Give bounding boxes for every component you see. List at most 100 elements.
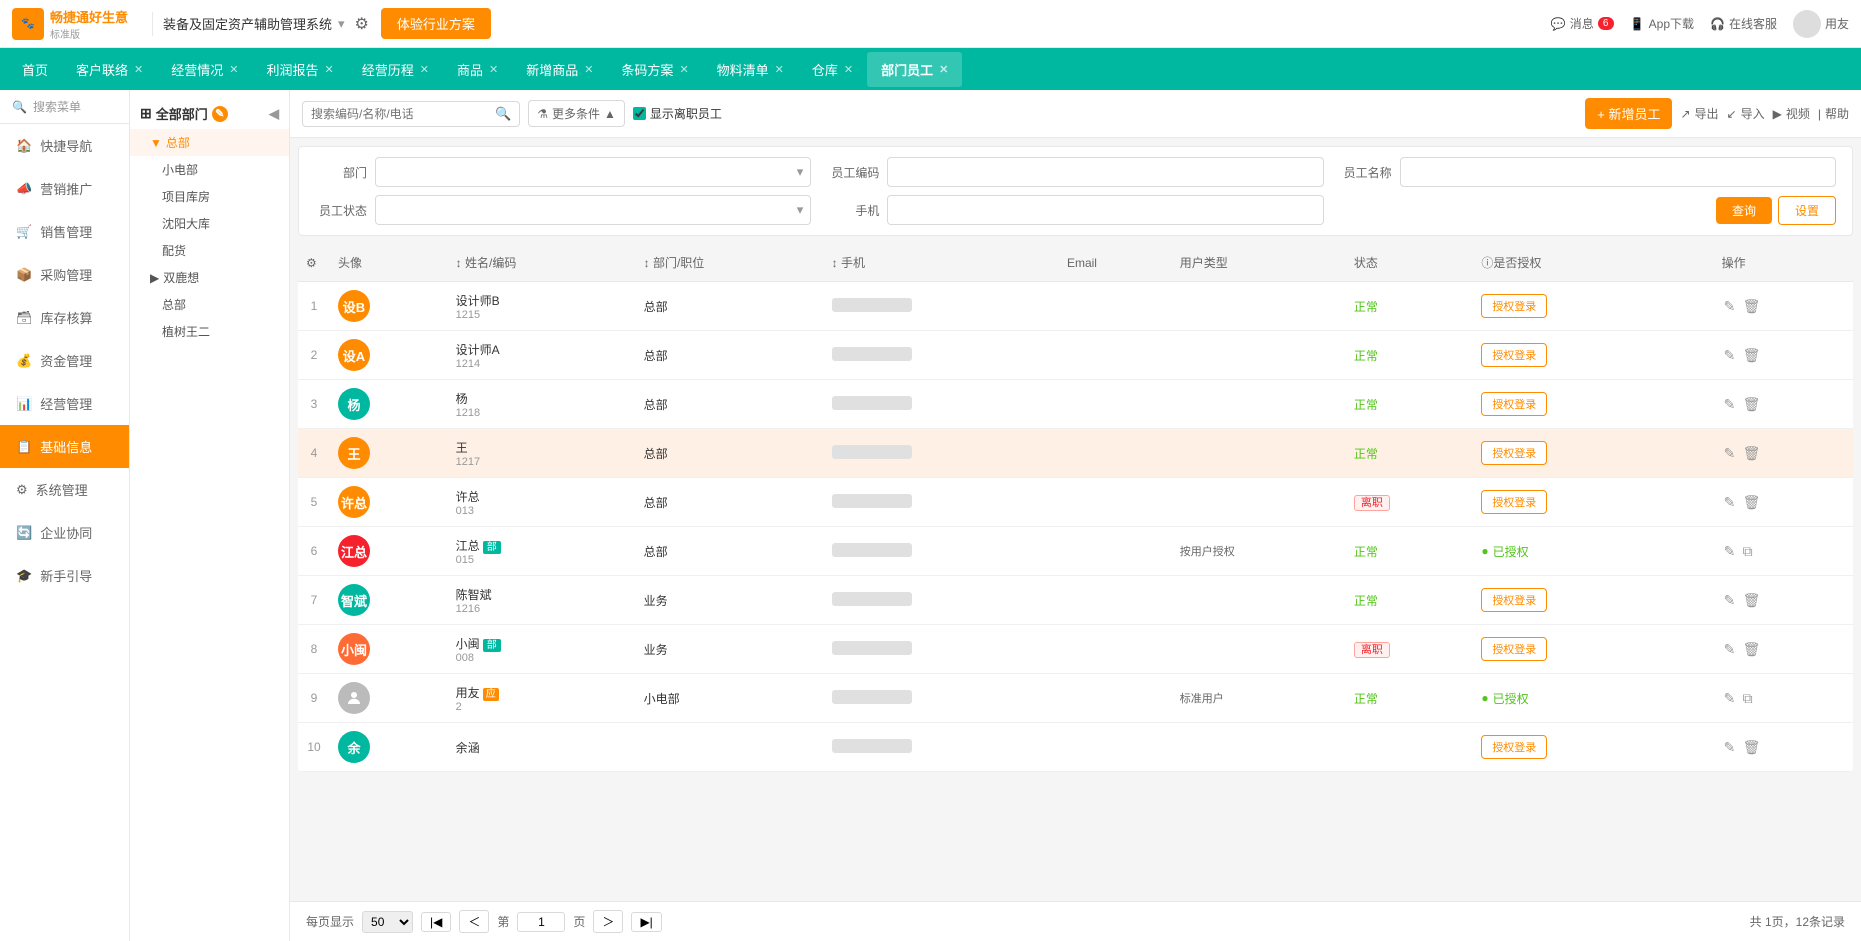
dept-item-shuanglu[interactable]: ▶ 双鹿想 — [130, 264, 289, 291]
copy-icon[interactable]: ⧉ — [1743, 690, 1753, 706]
nav-tab-profit[interactable]: 利润报告 ✕ — [252, 52, 347, 87]
show-resigned-checkbox[interactable] — [633, 107, 646, 120]
close-icon[interactable]: ✕ — [775, 63, 784, 76]
settings-icon[interactable]: ⚙ — [306, 256, 317, 270]
sidebar-item-system[interactable]: ⚙ 系统管理 — [0, 468, 129, 511]
search-btn-icon[interactable]: 🔍 — [495, 106, 511, 122]
auth-login-btn[interactable]: 授权登录 — [1481, 343, 1547, 367]
close-icon[interactable]: ✕ — [584, 63, 593, 76]
auth-login-btn[interactable]: 授权登录 — [1481, 392, 1547, 416]
auth-login-btn[interactable]: 授权登录 — [1481, 441, 1547, 465]
delete-icon[interactable]: 🗑 — [1743, 347, 1761, 363]
edit-icon[interactable]: ✎ — [1724, 494, 1736, 510]
delete-icon[interactable]: 🗑 — [1743, 739, 1761, 755]
page-number-input[interactable] — [526, 915, 556, 929]
sidebar-item-inventory[interactable]: 🗃 库存核算 — [0, 296, 129, 339]
edit-icon[interactable]: ✎ — [1724, 739, 1736, 755]
col-name[interactable]: ↕ 姓名/编码 — [448, 244, 636, 282]
filter-phone-input[interactable] — [887, 195, 1323, 225]
dept-item-project[interactable]: 项目库房 — [130, 183, 289, 210]
auth-login-btn[interactable]: 授权登录 — [1481, 490, 1547, 514]
delete-icon[interactable]: 🗑 — [1743, 396, 1761, 412]
search-box[interactable]: 🔍 — [302, 101, 520, 127]
edit-icon[interactable]: ✎ — [1724, 396, 1736, 412]
nav-tab-bom[interactable]: 物料清单 ✕ — [703, 52, 798, 87]
auth-login-btn[interactable]: 授权登录 — [1481, 294, 1547, 318]
auth-login-btn[interactable]: 授权登录 — [1481, 735, 1547, 759]
set-button[interactable]: 设置 — [1778, 196, 1836, 225]
delete-icon[interactable]: 🗑 — [1743, 494, 1761, 510]
delete-icon[interactable]: 🗑 — [1743, 298, 1761, 314]
first-page-btn[interactable]: |◀ — [421, 912, 451, 932]
nav-tab-warehouse[interactable]: 仓库 ✕ — [798, 52, 867, 87]
dept-item-small-elec[interactable]: 小电部 — [130, 156, 289, 183]
nav-tab-barcode[interactable]: 条码方案 ✕ — [607, 52, 702, 87]
online-support-btn[interactable]: 🎧 在线客服 — [1710, 15, 1777, 32]
col-settings[interactable]: ⚙ — [298, 244, 330, 282]
trial-button[interactable]: 体验行业方案 — [381, 8, 491, 39]
sidebar-item-finance[interactable]: 💰 资金管理 — [0, 339, 129, 382]
copy-icon[interactable]: ⧉ — [1743, 543, 1753, 559]
sidebar-item-purchase[interactable]: 📦 采购管理 — [0, 253, 129, 296]
dept-item-shenyang[interactable]: 沈阳大库 — [130, 210, 289, 237]
sidebar-item-collab[interactable]: 🔄 企业协同 — [0, 511, 129, 554]
user-area[interactable]: 用友 — [1793, 10, 1849, 38]
delete-icon[interactable]: 🗑 — [1743, 641, 1761, 657]
sidebar-item-sales[interactable]: 🛒 销售管理 — [0, 210, 129, 253]
edit-icon[interactable]: ✎ — [1724, 592, 1736, 608]
prev-page-btn[interactable]: ＜ — [459, 910, 489, 933]
delete-icon[interactable]: 🗑 — [1743, 445, 1761, 461]
sidebar-item-business[interactable]: 📊 经营管理 — [0, 382, 129, 425]
dept-item-head[interactable]: ▼ 总部 — [130, 129, 289, 156]
sidebar-item-quick-nav[interactable]: 🏠 快捷导航 — [0, 124, 129, 167]
filter-dept-select[interactable] — [375, 157, 811, 187]
filter-empcode-input[interactable] — [887, 157, 1323, 187]
edit-icon[interactable]: ✎ — [1724, 641, 1736, 657]
nav-tab-new-goods[interactable]: 新增商品 ✕ — [512, 52, 607, 87]
help-btn[interactable]: | 帮助 — [1818, 105, 1849, 122]
collapse-btn[interactable]: ◀ — [269, 106, 279, 122]
close-icon[interactable]: ✕ — [229, 63, 238, 76]
close-icon[interactable]: ✕ — [420, 63, 429, 76]
filter-more-btn[interactable]: ⚗ 更多条件 ▲ — [528, 100, 625, 127]
page-size-select[interactable]: 50 100 200 — [362, 911, 413, 933]
nav-tab-home[interactable]: 首页 — [8, 52, 62, 87]
next-page-btn[interactable]: ＞ — [593, 910, 623, 933]
app-download-btn[interactable]: 📱 App下载 — [1630, 15, 1694, 32]
query-button[interactable]: 查询 — [1716, 197, 1772, 224]
sidebar-item-guide[interactable]: 🎓 新手引导 — [0, 554, 129, 597]
edit-icon[interactable]: ✎ — [1724, 543, 1736, 559]
left-nav-search[interactable]: 🔍 搜索菜单 — [0, 90, 129, 124]
nav-tab-operation[interactable]: 经营情况 ✕ — [157, 52, 252, 87]
edit-icon[interactable]: ✎ — [1724, 445, 1736, 461]
nav-tab-history[interactable]: 经营历程 ✕ — [348, 52, 443, 87]
nav-tab-dept-staff[interactable]: 部门员工 ✕ — [867, 52, 962, 87]
edit-icon[interactable]: ✎ — [1724, 298, 1736, 314]
dept-item-distribution[interactable]: 配货 — [130, 237, 289, 264]
video-btn[interactable]: ▶ 视频 — [1773, 105, 1810, 122]
close-icon[interactable]: ✕ — [489, 63, 498, 76]
add-employee-button[interactable]: + 新增员工 — [1585, 98, 1672, 129]
nav-tab-customer[interactable]: 客户联络 ✕ — [62, 52, 157, 87]
edit-dept-icon[interactable]: ✎ — [212, 106, 228, 122]
close-icon[interactable]: ✕ — [134, 63, 143, 76]
filter-empname-input[interactable] — [1400, 157, 1836, 187]
close-icon[interactable]: ✕ — [844, 63, 853, 76]
close-icon[interactable]: ✕ — [939, 63, 948, 76]
auth-login-btn[interactable]: 授权登录 — [1481, 637, 1547, 661]
export-btn[interactable]: ↗ 导出 — [1680, 105, 1718, 122]
messages-btn[interactable]: 💬 消息 6 — [1551, 15, 1614, 32]
dept-item-head2[interactable]: 总部 — [130, 291, 289, 318]
last-page-btn[interactable]: ▶| — [631, 912, 661, 932]
nav-tab-goods[interactable]: 商品 ✕ — [443, 52, 512, 87]
dropdown-arrow-sys[interactable]: ▾ — [338, 16, 345, 32]
sidebar-item-basic-info[interactable]: 📋 基础信息 — [0, 425, 129, 468]
show-resigned-label[interactable]: 显示离职员工 — [633, 105, 722, 122]
filter-status-select[interactable] — [375, 195, 811, 225]
close-icon[interactable]: ✕ — [325, 63, 334, 76]
edit-icon[interactable]: ✎ — [1724, 690, 1736, 706]
auth-login-btn[interactable]: 授权登录 — [1481, 588, 1547, 612]
delete-icon[interactable]: 🗑 — [1743, 592, 1761, 608]
dept-item-zhishu[interactable]: 植树王二 — [130, 318, 289, 345]
col-dept[interactable]: ↕ 部门/职位 — [636, 244, 824, 282]
